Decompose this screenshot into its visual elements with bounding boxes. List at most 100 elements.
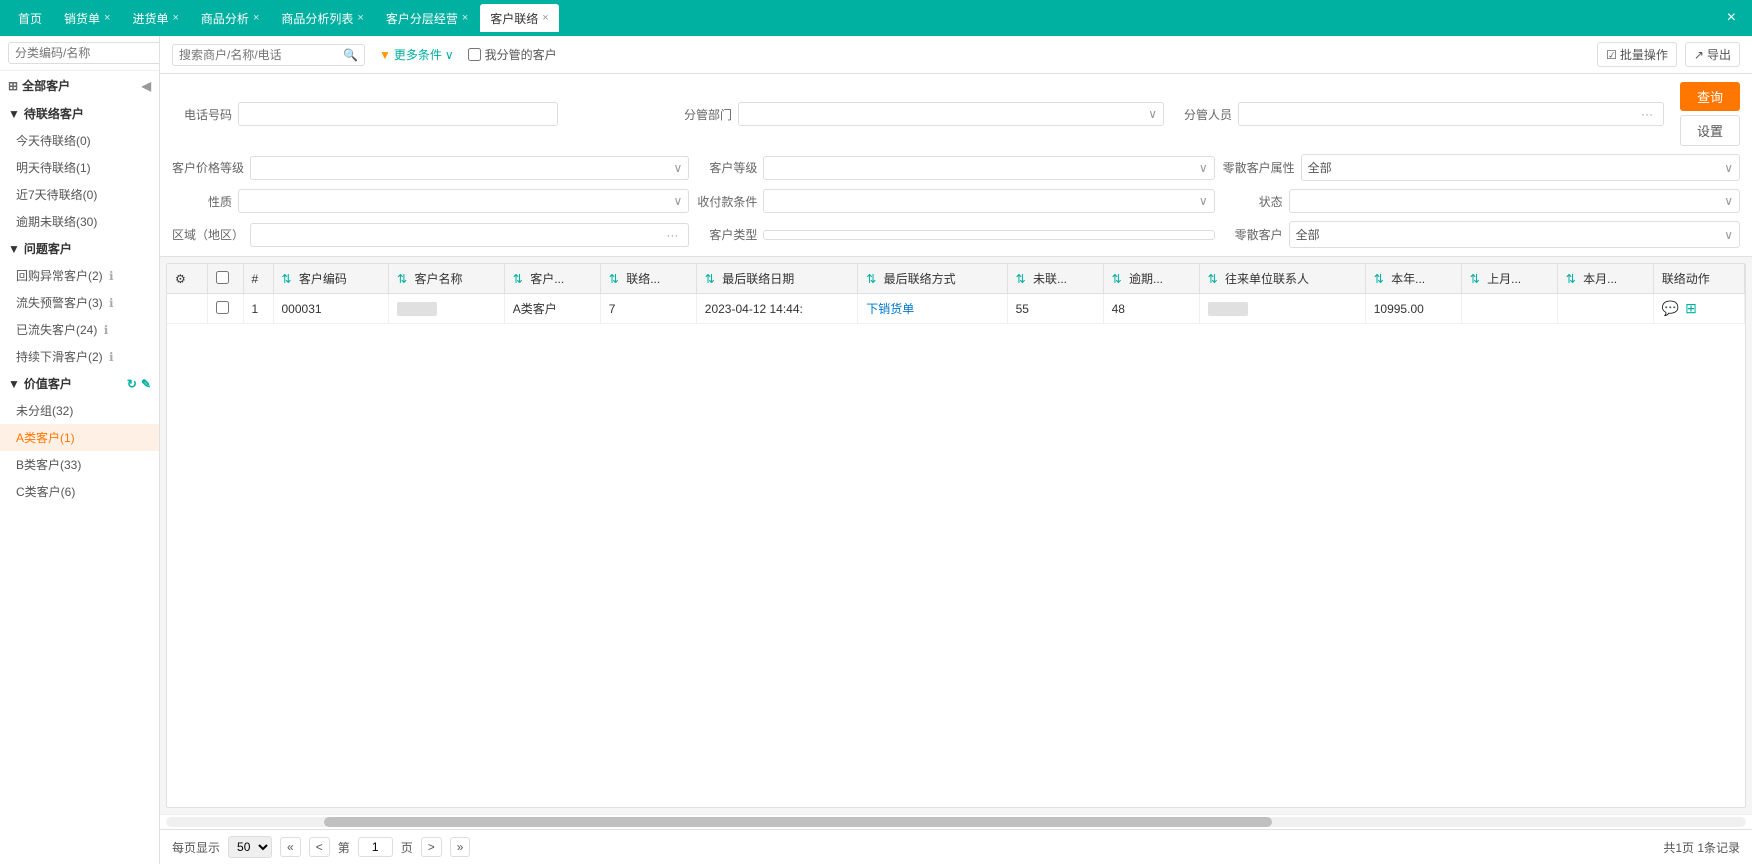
col-last-contact-method[interactable]: ⇅ 最后联络方式 xyxy=(858,264,1007,294)
nav-purchase-order[interactable]: 进货单 × xyxy=(122,4,188,32)
nav-sales-order[interactable]: 销货单 × xyxy=(54,4,120,32)
edit-icon[interactable]: ✎ xyxy=(141,377,151,391)
phone-input[interactable] xyxy=(238,102,558,126)
col-this-month[interactable]: ⇅ 本月... xyxy=(1557,264,1653,294)
sidebar-item-overdue[interactable]: 逾期未联络(30) xyxy=(0,208,159,235)
search-input[interactable] xyxy=(179,48,339,62)
nav-close-customer-tier[interactable]: × xyxy=(462,12,468,24)
sidebar-value-customers-header[interactable]: ▼ 价值客户 ↻ ✎ xyxy=(0,370,159,397)
settings-icon[interactable]: ⚙ xyxy=(175,272,186,286)
customer-type-select[interactable] xyxy=(763,230,1214,240)
total-records-label: 共1页 1条记录 xyxy=(1663,839,1740,856)
scroll-thumb[interactable] xyxy=(324,817,1272,827)
sidebar-item-class-b[interactable]: B类客户(33) xyxy=(0,451,159,478)
sidebar-item-repurchase-abnormal[interactable]: 回购异常客户(2) ℹ xyxy=(0,262,159,289)
grid-action-icon[interactable]: ⊞ xyxy=(1685,300,1697,317)
my-customers-checkbox[interactable] xyxy=(468,48,481,61)
last-contact-link[interactable]: 下销货单 xyxy=(866,302,914,316)
staff-more-btn[interactable]: ··· xyxy=(1637,107,1657,121)
sidebar-item-class-c[interactable]: C类客户(6) xyxy=(0,478,159,505)
filter-panel: 电话号码 分管部门 ∨ 分管人员 ··· xyxy=(160,74,1752,257)
sidebar-pending-contact-header[interactable]: ▼ 待联络客户 xyxy=(0,100,159,127)
staff-select[interactable]: ··· xyxy=(1238,102,1664,126)
col-checkbox[interactable] xyxy=(207,264,243,294)
dept-select[interactable]: ∨ xyxy=(738,102,1164,126)
sidebar-all-customers[interactable]: ⊞ 全部客户 ◀ xyxy=(0,71,159,100)
cell-checkbox[interactable] xyxy=(207,294,243,324)
export-button[interactable]: ↗ 导出 xyxy=(1685,42,1740,67)
price-level-field: 客户价格等级 ∨ xyxy=(172,156,689,180)
col-settings[interactable]: ⚙ xyxy=(167,264,207,294)
cell-last-contact-method[interactable]: 下销货单 xyxy=(858,294,1007,324)
page-label: 第 xyxy=(338,839,350,856)
price-level-select[interactable]: ∨ xyxy=(250,156,689,180)
cell-overdue: 48 xyxy=(1103,294,1199,324)
query-button[interactable]: 查询 xyxy=(1680,82,1740,111)
sort-icon-10: ⇅ xyxy=(1374,272,1384,286)
col-customer-name[interactable]: ⇅ 客户名称 xyxy=(389,264,505,294)
sidebar-item-ungrouped[interactable]: 未分组(32) xyxy=(0,397,159,424)
nav-customer-contact[interactable]: 客户联络 × xyxy=(480,4,558,32)
col-customer-type[interactable]: ⇅ 客户... xyxy=(504,264,600,294)
select-all-checkbox[interactable] xyxy=(216,271,229,284)
col-this-year[interactable]: ⇅ 本年... xyxy=(1365,264,1461,294)
nav-close-product-list[interactable]: × xyxy=(357,12,363,24)
info-icon: ℹ xyxy=(109,269,114,283)
last-page-button[interactable]: » xyxy=(450,837,471,857)
sidebar-search-input[interactable] xyxy=(8,42,160,64)
sidebar-collapse-icon[interactable]: ◀ xyxy=(142,79,151,93)
row-checkbox[interactable] xyxy=(216,301,229,314)
retail-customer-select[interactable]: 全部 ∨ xyxy=(1289,221,1740,248)
col-no-contact-days[interactable]: ⇅ 未联... xyxy=(1007,264,1103,294)
sort-icon-7: ⇅ xyxy=(1016,272,1026,286)
close-all-tabs-button[interactable]: × xyxy=(1719,9,1744,27)
sidebar-item-churned[interactable]: 已流失客户(24) ℹ xyxy=(0,316,159,343)
customer-level-select[interactable]: ∨ xyxy=(763,156,1214,180)
next-page-button[interactable]: > xyxy=(421,837,442,857)
nav-close-sales[interactable]: × xyxy=(104,12,110,24)
col-overdue-days[interactable]: ⇅ 逾期... xyxy=(1103,264,1199,294)
page-number-input[interactable] xyxy=(358,837,393,857)
nav-customer-tier[interactable]: 客户分层经营 × xyxy=(376,4,478,32)
scroll-track xyxy=(166,817,1746,827)
my-customers-checkbox-label[interactable]: 我分管的客户 xyxy=(468,46,557,63)
sidebar-item-tomorrow[interactable]: 明天待联络(1) xyxy=(0,154,159,181)
col-last-month[interactable]: ⇅ 上月... xyxy=(1461,264,1557,294)
sidebar-problem-customers-header[interactable]: ▼ 问题客户 xyxy=(0,235,159,262)
sidebar-item-today[interactable]: 今天待联络(0) xyxy=(0,127,159,154)
first-page-button[interactable]: « xyxy=(280,837,301,857)
col-contact-count[interactable]: ⇅ 联络... xyxy=(600,264,696,294)
nav-close-purchase[interactable]: × xyxy=(172,12,178,24)
nav-close-customer-contact[interactable]: × xyxy=(542,12,548,24)
cell-code: 000031 xyxy=(273,294,389,324)
retail-attr-select[interactable]: 全部 ∨ xyxy=(1301,154,1740,181)
page-size-select[interactable]: 50 xyxy=(228,836,272,858)
payment-select[interactable]: ∨ xyxy=(763,189,1214,213)
col-contact-person[interactable]: ⇅ 往来单位联系人 xyxy=(1199,264,1365,294)
cell-actions: 💬 ⊞ xyxy=(1653,294,1744,324)
region-select[interactable]: ··· xyxy=(250,223,689,247)
col-last-contact-date[interactable]: ⇅ 最后联络日期 xyxy=(696,264,857,294)
nav-home[interactable]: 首页 xyxy=(8,4,52,32)
nav-close-product-analysis[interactable]: × xyxy=(253,12,259,24)
col-customer-code[interactable]: ⇅ 客户编码 xyxy=(273,264,389,294)
chevron-down-icon-level: ∨ xyxy=(1199,161,1208,175)
search-icon[interactable]: 🔍 xyxy=(343,48,358,62)
nav-product-analysis[interactable]: 商品分析 × xyxy=(191,4,269,32)
settings-button[interactable]: 设置 xyxy=(1680,115,1740,146)
nav-product-analysis-list[interactable]: 商品分析列表 × xyxy=(271,4,373,32)
sidebar-item-declining[interactable]: 持续下滑客户(2) ℹ xyxy=(0,343,159,370)
chevron-down-icon-dept: ∨ xyxy=(1148,107,1157,121)
batch-op-button[interactable]: ☑ 批量操作 xyxy=(1597,42,1677,67)
nature-select[interactable]: ∨ xyxy=(238,189,689,213)
sidebar-item-churn-warning[interactable]: 流失预警客户(3) ℹ xyxy=(0,289,159,316)
refresh-icon[interactable]: ↻ xyxy=(127,377,137,391)
prev-page-button[interactable]: < xyxy=(309,837,330,857)
more-filter-button[interactable]: ▼ 更多条件 ∨ xyxy=(373,43,460,66)
chat-action-icon[interactable]: 💬 xyxy=(1662,300,1679,317)
sidebar-item-7days[interactable]: 近7天待联络(0) xyxy=(0,181,159,208)
region-more-btn[interactable]: ··· xyxy=(662,228,682,242)
status-select[interactable]: ∨ xyxy=(1289,189,1740,213)
horizontal-scrollbar[interactable] xyxy=(160,814,1752,829)
sidebar-item-class-a[interactable]: A类客户(1) xyxy=(0,424,159,451)
